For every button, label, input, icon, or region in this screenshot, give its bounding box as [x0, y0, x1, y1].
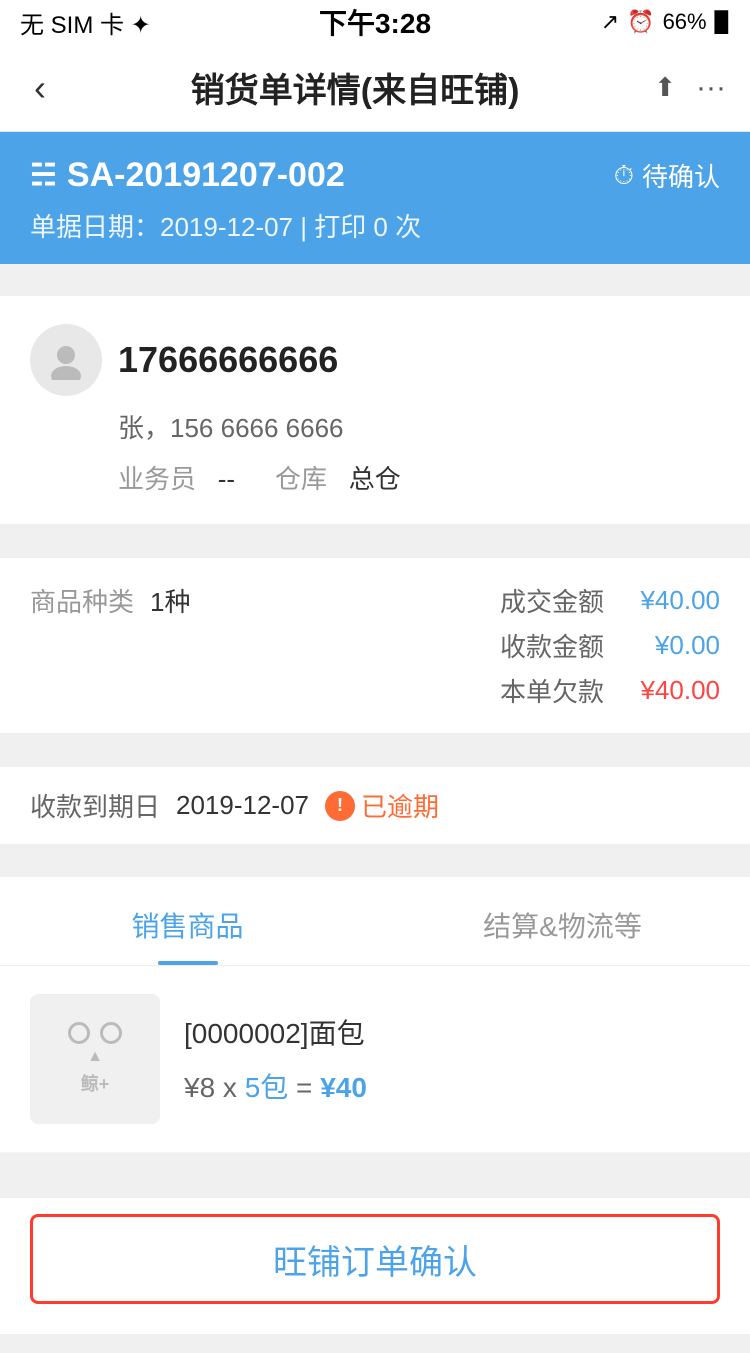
order-id-text: SA-20191207-002 — [67, 156, 345, 195]
product-name: [0000002]面包 — [184, 1012, 720, 1052]
due-date-label: 收款到期日 — [30, 787, 160, 824]
overdue-text: 已逾期 — [361, 787, 439, 824]
battery-level: 66% — [663, 9, 707, 35]
product-qty: 5包 — [245, 1072, 289, 1103]
status-left: 无 SIM 卡 ✦ — [20, 5, 151, 40]
deal-amount-row: 成交金额 ¥40.00 — [500, 582, 720, 619]
payment-amount-value: ¥0.00 — [620, 630, 720, 661]
product-price-row: ¥8 x 5包 = ¥40 — [184, 1066, 720, 1106]
customer-card: 17666666666 张，156 6666 6666 业务员 -- 仓库 总仓 — [0, 296, 750, 525]
customer-name-phone: 张，156 6666 6666 — [30, 408, 720, 445]
battery-icon: ↗ — [601, 9, 619, 35]
order-date: 单据日期：2019-12-07 | 打印 0 次 — [30, 207, 720, 244]
customer-meta: 业务员 -- 仓库 总仓 — [30, 459, 720, 496]
order-id-row: ☵ SA-20191207-002 — [30, 156, 345, 195]
product-list: ▲ 鲸+ [0000002]面包 ¥8 x 5包 = ¥40 — [0, 966, 750, 1153]
product-equals: = — [288, 1072, 320, 1103]
divider-3 — [0, 734, 750, 750]
salesperson-label: 业务员 — [118, 464, 196, 494]
battery-bar: ▉ — [715, 10, 730, 35]
deal-amount-label: 成交金额 — [500, 582, 604, 619]
customer-phone: 17666666666 — [118, 339, 338, 381]
divider-1 — [0, 264, 750, 280]
order-status: ⏱ 待确认 — [614, 157, 720, 194]
summary-card: 商品种类 1种 成交金额 ¥40.00 收款金额 ¥0.00 本单欠款 ¥40.… — [0, 557, 750, 734]
payment-amount-label: 收款金额 — [500, 627, 604, 664]
tab-sales-product[interactable]: 销售商品 — [0, 877, 375, 965]
divider-4 — [0, 845, 750, 861]
product-item: ▲ 鲸+ [0000002]面包 ¥8 x 5包 = ¥40 — [0, 966, 750, 1153]
overdue-icon: ! — [325, 791, 355, 821]
warehouse-value: 总仓 — [349, 464, 401, 494]
due-date-card: 收款到期日 2019-12-07 ! 已逾期 — [0, 766, 750, 845]
share-icon[interactable]: ⬆ — [654, 72, 676, 103]
tab-settlement[interactable]: 结算&物流等 — [375, 877, 750, 965]
nav-bar: ‹ 销货单详情(来自旺铺) ⬆ ··· — [0, 44, 750, 132]
status-clock-icon: ⏱ — [614, 160, 634, 192]
nav-actions: ⬆ ··· — [654, 71, 726, 105]
deal-amount-value: ¥40.00 — [620, 585, 720, 616]
tab-settlement-label: 结算&物流等 — [483, 911, 642, 942]
confirm-btn-container: 旺铺订单确认 — [0, 1197, 750, 1334]
product-info: [0000002]面包 ¥8 x 5包 = ¥40 — [184, 1012, 720, 1106]
category-value: 1种 — [150, 582, 190, 619]
warehouse-label: 仓库 — [275, 464, 327, 494]
tab-sales-product-label: 销售商品 — [131, 911, 243, 942]
page-title: 销货单详情(来自旺铺) — [191, 63, 520, 112]
due-date-value: 2019-12-07 — [176, 790, 309, 821]
divider-2 — [0, 525, 750, 541]
summary-right: 成交金额 ¥40.00 收款金额 ¥0.00 本单欠款 ¥40.00 — [500, 582, 720, 709]
customer-avatar — [30, 324, 102, 396]
status-right: ↗ ⏰ 66% ▉ — [601, 9, 730, 35]
status-time: 下午3:28 — [319, 2, 431, 42]
confirm-order-button[interactable]: 旺铺订单确认 — [30, 1214, 720, 1304]
back-button[interactable]: ‹ — [24, 57, 56, 119]
owed-amount-row: 本单欠款 ¥40.00 — [500, 672, 720, 709]
order-icon: ☵ — [30, 158, 57, 193]
product-total: ¥40 — [320, 1072, 367, 1103]
tabs: 销售商品 结算&物流等 — [0, 877, 750, 966]
status-text: 待确认 — [642, 157, 720, 194]
owed-amount-label: 本单欠款 — [500, 672, 604, 709]
order-header: ☵ SA-20191207-002 ⏱ 待确认 单据日期：2019-12-07 … — [0, 132, 750, 264]
status-bar: 无 SIM 卡 ✦ 下午3:28 ↗ ⏰ 66% ▉ — [0, 0, 750, 44]
summary-left: 商品种类 1种 — [30, 582, 190, 619]
more-icon[interactable]: ··· — [696, 71, 726, 105]
owed-amount-value: ¥40.00 — [620, 675, 720, 706]
product-price: ¥8 x — [184, 1072, 245, 1103]
sim-text: 无 SIM 卡 ✦ — [20, 5, 151, 40]
alarm-icon: ⏰ — [627, 9, 654, 35]
product-thumbnail: ▲ 鲸+ — [30, 994, 160, 1124]
payment-amount-row: 收款金额 ¥0.00 — [500, 627, 720, 664]
salesperson-value: -- — [218, 464, 235, 494]
category-label: 商品种类 — [30, 582, 134, 619]
overdue-badge: ! 已逾期 — [325, 787, 439, 824]
